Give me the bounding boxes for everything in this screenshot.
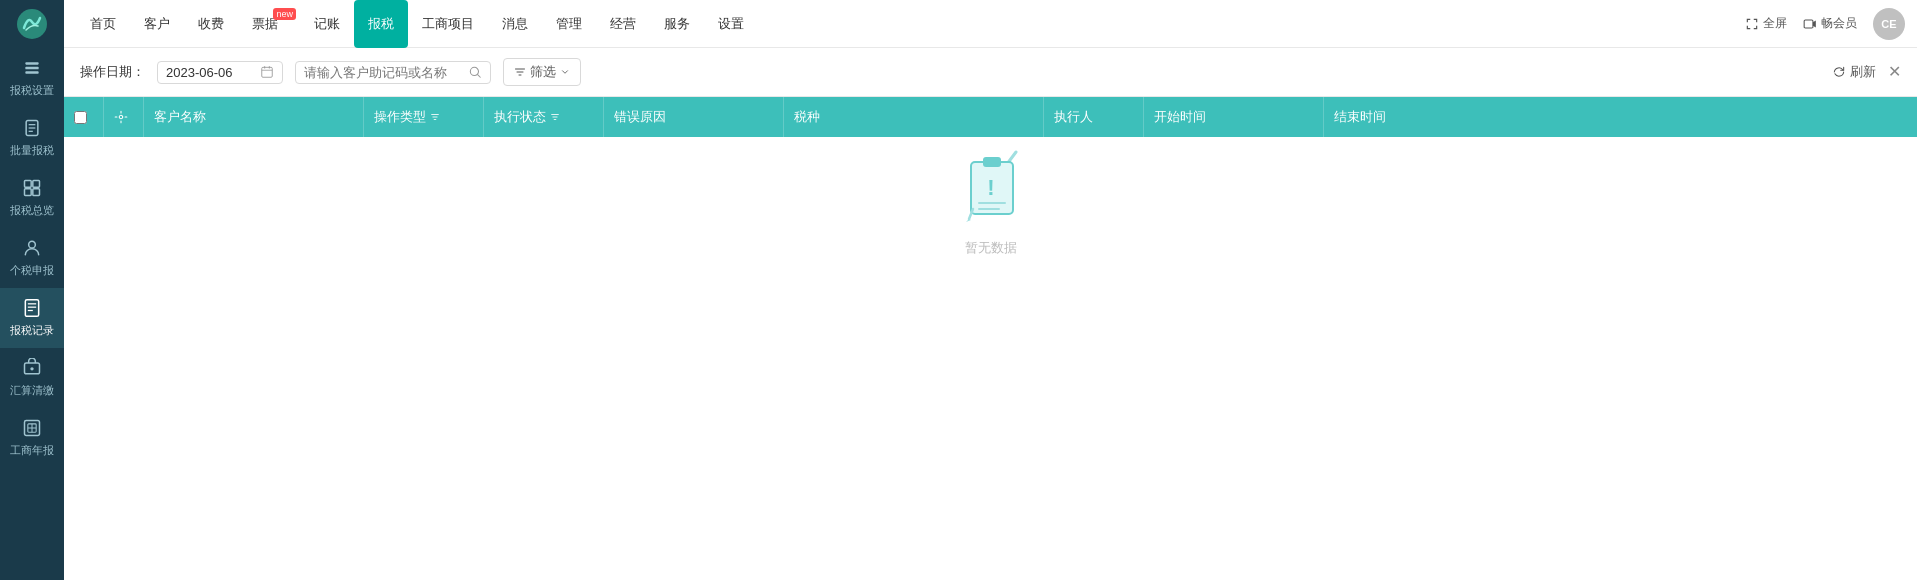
svg-point-18	[30, 368, 33, 371]
person-tax-icon	[22, 238, 42, 261]
th-kaishi-shijian: 开始时间	[1144, 97, 1324, 137]
svg-rect-23	[1804, 19, 1813, 27]
new-badge: new	[273, 8, 296, 21]
refresh-button[interactable]: 刷新	[1832, 63, 1876, 81]
chevron-down-icon	[560, 67, 570, 77]
top-nav-right: 全屏 畅会员 CE	[1745, 8, 1905, 40]
svg-point-12	[29, 242, 36, 249]
svg-rect-3	[25, 72, 38, 75]
th-settings[interactable]	[104, 97, 144, 137]
nav-items: 首页 客户 收费 票据 new 记账 报税 工商项目 消息	[76, 0, 1745, 48]
sidebar-item-huisuan-jiaona[interactable]: 汇算清缴	[0, 348, 64, 408]
sidebar-item-label: 报税记录	[10, 324, 54, 337]
svg-point-30	[119, 115, 123, 119]
content-area: 操作日期： 筛选 刷新 ✕	[64, 48, 1917, 580]
date-input[interactable]	[166, 65, 254, 80]
nav-item-fuwu[interactable]: 服务	[650, 0, 704, 48]
table-header: 客户名称 操作类型 执行状态 错误原因 税种 执行人	[64, 97, 1917, 137]
nav-item-jingying[interactable]: 经营	[596, 0, 650, 48]
svg-text:!: !	[987, 175, 994, 200]
refresh-icon	[1832, 65, 1846, 79]
th-zhixingren: 执行人	[1044, 97, 1144, 137]
settlement-icon	[22, 358, 42, 381]
th-kehu-mingcheng: 客户名称	[144, 97, 364, 137]
svg-rect-9	[33, 181, 40, 188]
svg-rect-13	[25, 300, 38, 317]
th-cuowu-yuanyin: 错误原因	[604, 97, 784, 137]
date-picker[interactable]	[157, 61, 283, 84]
svg-rect-1	[25, 63, 38, 65]
sidebar-item-piliang-baoshui[interactable]: 批量报税	[0, 108, 64, 168]
sidebar-item-baoshui-zongjian[interactable]: 报税总览	[0, 168, 64, 228]
nav-item-baoshui[interactable]: 报税	[354, 0, 408, 48]
logo[interactable]	[0, 0, 64, 48]
select-all-checkbox[interactable]	[74, 111, 87, 124]
vip-button[interactable]: 畅会员	[1803, 15, 1857, 32]
sidebar-item-label: 工商年报	[10, 444, 54, 457]
nav-item-piaoju[interactable]: 票据 new	[238, 0, 300, 48]
sidebar-item-label: 报税设置	[10, 84, 54, 97]
svg-rect-8	[25, 181, 32, 188]
video-icon	[1803, 17, 1817, 31]
fullscreen-icon	[1745, 17, 1759, 31]
search-box[interactable]	[295, 61, 491, 84]
sidebar-item-label: 批量报税	[10, 144, 54, 157]
nav-item-kehu[interactable]: 客户	[130, 0, 184, 48]
svg-line-29	[478, 75, 481, 78]
sidebar-item-baoshui-shezhi[interactable]: 报税设置	[0, 48, 64, 108]
th-checkbox[interactable]	[64, 97, 104, 137]
overview-icon	[22, 178, 42, 201]
sidebar-item-gongshang-nianbao[interactable]: 工商年报	[0, 408, 64, 468]
batch-report-icon	[22, 118, 42, 141]
empty-illustration: !	[951, 137, 1031, 227]
nav-item-guanli[interactable]: 管理	[542, 0, 596, 48]
nav-item-xiaoxi[interactable]: 消息	[488, 0, 542, 48]
search-icon	[468, 65, 482, 79]
svg-rect-10	[25, 189, 32, 196]
record-icon	[22, 298, 42, 321]
nav-item-shoufei[interactable]: 收费	[184, 0, 238, 48]
nav-item-jizhang[interactable]: 记账	[300, 0, 354, 48]
sidebar: 报税设置 批量报税 报税总览 个税申报 报税记录 汇算清缴 工商	[0, 0, 64, 580]
th-jieshu-shijian: 结束时间	[1324, 97, 1484, 137]
sidebar-item-baoshui-jilu[interactable]: 报税记录	[0, 288, 64, 348]
search-input[interactable]	[304, 65, 464, 80]
settings-gear-icon	[22, 58, 42, 81]
filter-sort-icon2	[550, 112, 560, 122]
column-settings-icon	[114, 110, 128, 124]
nav-item-shezhi[interactable]: 设置	[704, 0, 758, 48]
annual-report-icon	[22, 418, 42, 441]
fullscreen-button[interactable]: 全屏	[1745, 15, 1787, 32]
nav-item-home[interactable]: 首页	[76, 0, 130, 48]
svg-rect-2	[25, 67, 38, 70]
toolbar: 操作日期： 筛选 刷新 ✕	[64, 48, 1917, 97]
empty-state: ! 暂无数据	[64, 137, 1917, 257]
svg-rect-34	[983, 157, 1001, 167]
th-caozuo-leixing: 操作类型	[364, 97, 484, 137]
calendar-icon	[260, 65, 274, 79]
filter-icon	[514, 66, 526, 78]
sidebar-item-label: 个税申报	[10, 264, 54, 277]
th-zhixing-zhuangtai: 执行状态	[484, 97, 604, 137]
sidebar-item-geshui-shenbao[interactable]: 个税申报	[0, 228, 64, 288]
sidebar-item-label: 报税总览	[10, 204, 54, 217]
sidebar-item-label: 汇算清缴	[10, 384, 54, 397]
th-shuizhong: 税种	[784, 97, 1044, 137]
user-avatar[interactable]: CE	[1873, 8, 1905, 40]
filter-sort-icon	[430, 112, 440, 122]
data-table: 客户名称 操作类型 执行状态 错误原因 税种 执行人	[64, 97, 1917, 580]
nav-item-gongshang-xiangmu[interactable]: 工商项目	[408, 0, 488, 48]
main-content: 首页 客户 收费 票据 new 记账 报税 工商项目 消息	[64, 0, 1917, 580]
top-navigation: 首页 客户 收费 票据 new 记账 报税 工商项目 消息	[64, 0, 1917, 48]
date-label: 操作日期：	[80, 63, 145, 81]
filter-button[interactable]: 筛选	[503, 58, 581, 86]
table-body: ! 暂无数据	[64, 137, 1917, 580]
svg-rect-24	[262, 67, 273, 77]
close-button[interactable]: ✕	[1888, 64, 1901, 80]
svg-rect-11	[33, 189, 40, 196]
